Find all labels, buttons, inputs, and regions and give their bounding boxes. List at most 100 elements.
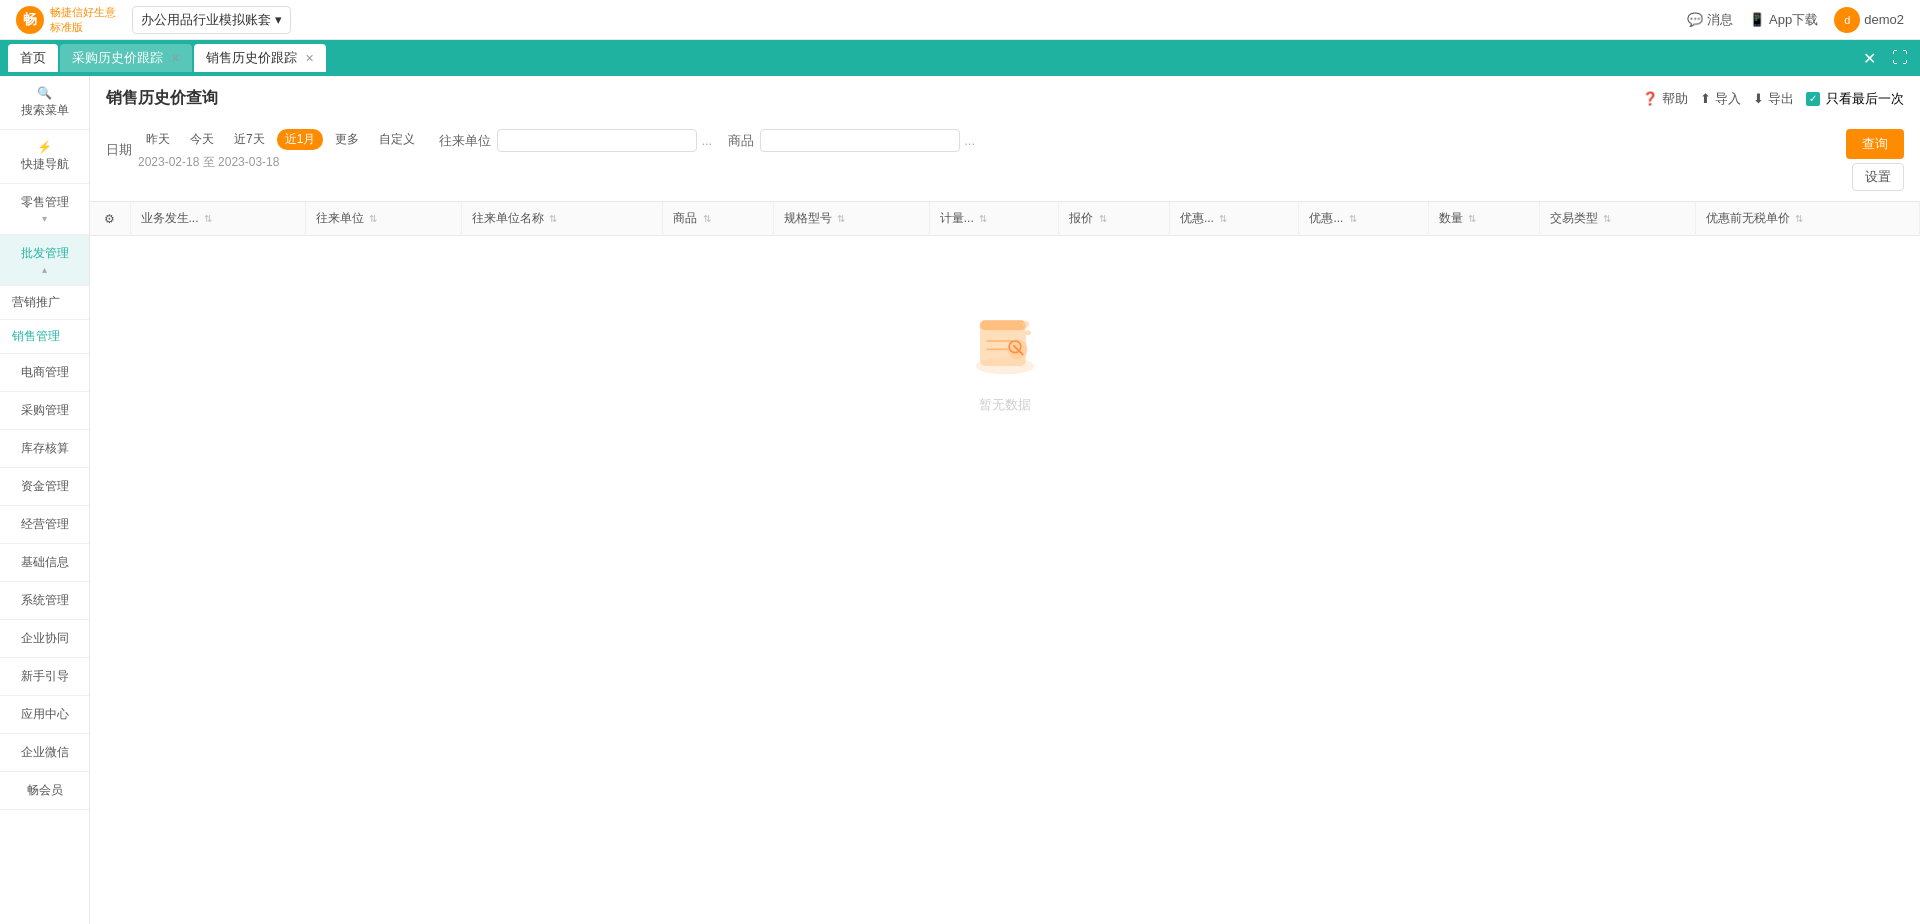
close-purchase-history-tab[interactable]: ✕ xyxy=(171,52,180,65)
th-discount1[interactable]: 优惠... ⇅ xyxy=(1169,202,1299,236)
import-icon: ⬆ xyxy=(1700,91,1711,106)
sidebar-item-wholesale-mgmt[interactable]: 批发管理 ▴ xyxy=(0,235,89,286)
tab-sales-history[interactable]: 销售历史价跟踪 ✕ xyxy=(194,44,326,72)
tab-home[interactable]: 首页 xyxy=(8,44,58,72)
th-unit[interactable]: 计量... ⇅ xyxy=(929,202,1059,236)
fullscreen-btn[interactable]: ⛶ xyxy=(1888,47,1912,70)
th-discount2[interactable]: 优惠... ⇅ xyxy=(1299,202,1429,236)
partner-input-group: ... xyxy=(497,129,712,152)
chevron-down-icon: ▾ xyxy=(42,213,47,224)
th-spec[interactable]: 规格型号 ⇅ xyxy=(773,202,929,236)
app-dropdown[interactable]: 办公用品行业模拟账套 ▾ xyxy=(132,6,291,34)
sidebar-item-sales-mgmt[interactable]: 销售管理 xyxy=(0,320,89,354)
sort-icon: ⇅ xyxy=(1795,213,1803,224)
settings-button[interactable]: 设置 xyxy=(1852,163,1904,191)
sidebar-item-system-settings[interactable]: 系统管理 xyxy=(0,582,89,620)
product-filter-group: 商品 ... xyxy=(728,129,975,152)
date-tabs: 昨天 今天 近7天 近1月 更多 自定义 xyxy=(138,129,423,150)
svg-rect-2 xyxy=(980,320,1026,330)
partner-input[interactable] xyxy=(497,129,697,152)
sidebar-item-app-center[interactable]: 应用中心 xyxy=(0,696,89,734)
date-tab-more[interactable]: 更多 xyxy=(327,129,367,150)
sidebar-item-retail-mgmt[interactable]: 零售管理 ▾ xyxy=(0,184,89,235)
th-pre-tax-price[interactable]: 优惠前无税单价 ⇅ xyxy=(1695,202,1919,236)
top-bar-right: 💬 消息 📱 App下载 d demo2 xyxy=(1687,7,1904,33)
page-header: 销售历史价查询 ❓ 帮助 ⬆ 导入 ⬇ 导出 ✓ xyxy=(90,76,1920,202)
logo-icon: 畅 xyxy=(16,6,44,34)
sidebar-item-enterprise-wechat[interactable]: 企业微信 xyxy=(0,734,89,772)
empty-illustration xyxy=(955,296,1055,386)
query-button[interactable]: 查询 xyxy=(1846,129,1904,159)
content-area: 销售历史价查询 ❓ 帮助 ⬆ 导入 ⬇ 导出 ✓ xyxy=(90,76,1920,924)
th-partner-code[interactable]: 往来单位 ⇅ xyxy=(305,202,461,236)
sort-icon: ⇅ xyxy=(1603,213,1611,224)
product-picker-button[interactable]: ... xyxy=(964,133,975,148)
close-sales-history-tab[interactable]: ✕ xyxy=(305,52,314,65)
sort-icon: ⇅ xyxy=(1468,213,1476,224)
tab-purchase-history[interactable]: 采购历史价跟踪 ✕ xyxy=(60,44,192,72)
message-icon: 💬 xyxy=(1687,12,1703,27)
logo-area: 畅 畅捷信好生意 标准版 xyxy=(16,5,116,34)
close-tab-btn[interactable]: ✕ xyxy=(1859,47,1880,70)
sidebar-item-enterprise-collab[interactable]: 企业协同 xyxy=(0,620,89,658)
app-download-button[interactable]: 📱 App下载 xyxy=(1749,11,1818,29)
filter-row: 日期 昨天 今天 近7天 近1月 更多 自定义 2023-02-18 至 202… xyxy=(106,119,1904,201)
partner-filter-group: 往来单位 ... xyxy=(439,129,712,152)
user-menu[interactable]: d demo2 xyxy=(1834,7,1904,33)
tab-bar-actions: ✕ ⛶ xyxy=(1859,47,1912,70)
sort-icon: ⇅ xyxy=(204,213,212,224)
date-tab-custom[interactable]: 自定义 xyxy=(371,129,423,150)
sidebar-item-inventory-check[interactable]: 库存核算 xyxy=(0,430,89,468)
table-header-row: ⚙ 业务发生... ⇅ 往来单位 ⇅ 往来单位名称 ⇅ xyxy=(90,202,1920,236)
partner-picker-button[interactable]: ... xyxy=(701,133,712,148)
date-tab-1month[interactable]: 近1月 xyxy=(277,129,324,150)
date-range-display: 2023-02-18 至 2023-03-18 xyxy=(138,154,423,171)
date-tab-yesterday[interactable]: 昨天 xyxy=(138,129,178,150)
svg-point-9 xyxy=(1023,321,1030,328)
chevron-up-icon: ▴ xyxy=(42,264,47,275)
th-biz-date[interactable]: 业务发生... ⇅ xyxy=(130,202,305,236)
data-table: ⚙ 业务发生... ⇅ 往来单位 ⇅ 往来单位名称 ⇅ xyxy=(90,202,1920,236)
date-tab-today[interactable]: 今天 xyxy=(182,129,222,150)
sidebar-item-operations-mgmt[interactable]: 经营管理 xyxy=(0,506,89,544)
sort-icon: ⇅ xyxy=(369,213,377,224)
only-last-checkbox-group: ✓ 只看最后一次 xyxy=(1806,90,1904,108)
sidebar-item-search-menu[interactable]: 🔍 搜索菜单 xyxy=(0,76,89,130)
help-button[interactable]: ❓ 帮助 xyxy=(1642,90,1688,108)
page-title-row: 销售历史价查询 ❓ 帮助 ⬆ 导入 ⬇ 导出 ✓ xyxy=(106,88,1904,109)
sidebar-item-beginner-guide[interactable]: 新手引导 xyxy=(0,658,89,696)
export-button[interactable]: ⬇ 导出 xyxy=(1753,90,1794,108)
date-tab-7days[interactable]: 近7天 xyxy=(226,129,273,150)
th-product[interactable]: 商品 ⇅ xyxy=(663,202,774,236)
only-last-checkbox[interactable]: ✓ xyxy=(1806,92,1820,106)
sidebar-item-marketing-promo[interactable]: 营销推广 xyxy=(0,286,89,320)
filter-right-btns: 查询 设置 xyxy=(1846,129,1904,191)
sort-icon: ⇅ xyxy=(1219,213,1227,224)
sidebar-item-ecommerce-mgmt[interactable]: 电商管理 xyxy=(0,354,89,392)
sidebar-item-member[interactable]: 畅会员 xyxy=(0,772,89,810)
sort-icon: ⇅ xyxy=(1099,213,1107,224)
th-partner-name[interactable]: 往来单位名称 ⇅ xyxy=(461,202,663,236)
th-trade-type[interactable]: 交易类型 ⇅ xyxy=(1539,202,1695,236)
product-input-group: ... xyxy=(760,129,975,152)
sidebar-item-basic-info[interactable]: 基础信息 xyxy=(0,544,89,582)
sidebar-item-purchase-mgmt[interactable]: 采购管理 xyxy=(0,392,89,430)
search-icon: 🔍 xyxy=(37,86,52,100)
svg-point-10 xyxy=(1026,330,1031,335)
quick-nav-icon: ⚡ xyxy=(37,140,52,154)
product-input[interactable] xyxy=(760,129,960,152)
th-quantity[interactable]: 数量 ⇅ xyxy=(1428,202,1539,236)
import-button[interactable]: ⬆ 导入 xyxy=(1700,90,1741,108)
sort-icon: ⇅ xyxy=(703,213,711,224)
sidebar-item-finance-mgmt[interactable]: 资金管理 xyxy=(0,468,89,506)
message-button[interactable]: 💬 消息 xyxy=(1687,11,1733,29)
date-filter-group: 日期 昨天 今天 近7天 近1月 更多 自定义 2023-02-18 至 202… xyxy=(106,129,423,171)
sort-icon: ⇅ xyxy=(837,213,845,224)
chevron-down-icon: ▾ xyxy=(275,12,282,27)
tab-bar: 首页 采购历史价跟踪 ✕ 销售历史价跟踪 ✕ ✕ ⛶ xyxy=(0,40,1920,76)
top-bar-left: 畅 畅捷信好生意 标准版 办公用品行业模拟账套 ▾ xyxy=(16,5,291,34)
th-gear[interactable]: ⚙ xyxy=(90,202,130,236)
sidebar-item-quick-nav[interactable]: ⚡ 快捷导航 xyxy=(0,130,89,184)
export-icon: ⬇ xyxy=(1753,91,1764,106)
th-quote[interactable]: 报价 ⇅ xyxy=(1059,202,1170,236)
